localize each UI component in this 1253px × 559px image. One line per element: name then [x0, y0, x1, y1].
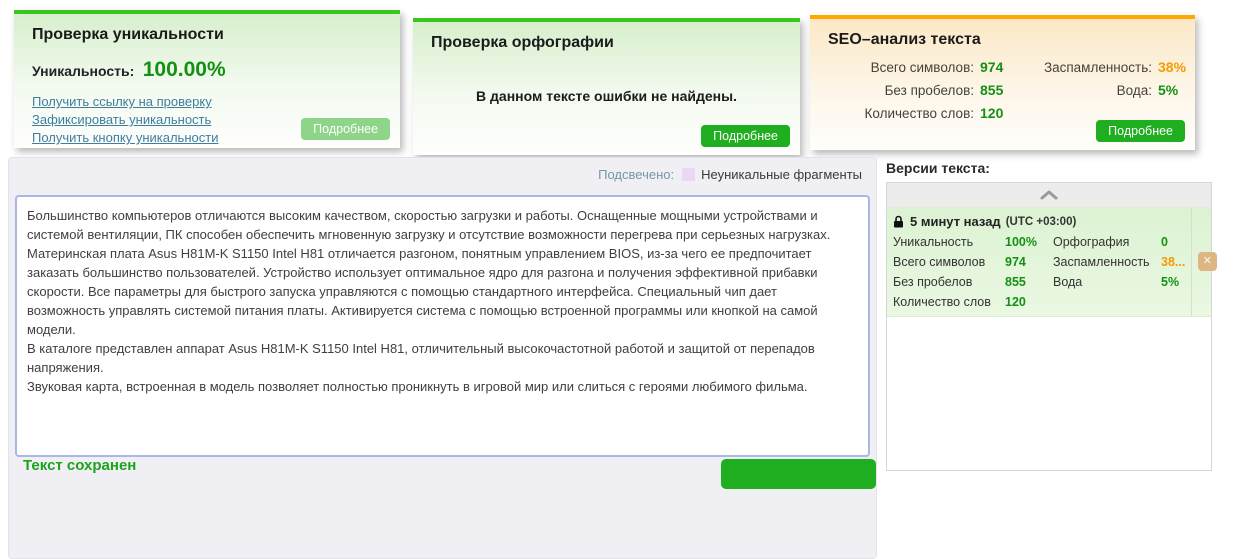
seo-stats: Всего символов: 974 Без пробелов: 855 Ко… [810, 49, 1195, 128]
seo-stat-value: 855 [980, 82, 1004, 98]
seo-stat-value: 38% [1158, 59, 1187, 75]
seo-stat-label: Всего символов: [870, 60, 974, 75]
get-check-link[interactable]: Получить ссылку на проверку [32, 94, 382, 109]
seo-stat-word-count: Количество слов: 120 [814, 105, 1014, 121]
seo-stat-total-chars: Всего символов: 974 [814, 59, 1014, 75]
uniqueness-details-button[interactable]: Подробнее [301, 118, 390, 140]
seo-stat-value: 5% [1158, 82, 1179, 98]
editor-container: Подсвечено: Неуникальные фрагменты Больш… [8, 157, 877, 559]
text-input-area[interactable]: Большинство компьютеров отличаются высок… [15, 195, 870, 457]
uniqueness-metric-label: Уникальность: [32, 63, 135, 79]
version-stat-value: 5% [1161, 275, 1180, 289]
seo-details-button[interactable]: Подробнее [1096, 120, 1185, 142]
version-stat-label: Без пробелов [893, 275, 973, 289]
highlight-legend: Подсвечено: Неуникальные фрагменты [598, 167, 862, 182]
version-stat-label: Количество слов [893, 295, 991, 309]
seo-stat-label: Заспамленность: [1043, 60, 1152, 75]
version-entry-main: 5 минут назад (UTC +03:00) Уникальность … [887, 207, 1191, 316]
chevron-up-icon [1040, 190, 1058, 200]
version-entry-header: 5 минут назад (UTC +03:00) [893, 214, 1185, 229]
seo-panel-title: SEO–анализ текста [828, 31, 981, 48]
uniqueness-metric: Уникальность: 100.00% [14, 44, 400, 82]
versions-title: Версии текста: [886, 160, 990, 176]
versions-collapse-bar[interactable] [887, 183, 1211, 207]
version-stat-value: 855 [1005, 275, 1026, 289]
spelling-details-button[interactable]: Подробнее [701, 125, 790, 147]
seo-stat-no-spaces: Без пробелов: 855 [814, 82, 1014, 98]
seo-stat-label: Количество слов: [864, 106, 974, 121]
version-stat-value: 120 [1005, 295, 1026, 309]
highlight-swatch [682, 168, 696, 181]
version-timezone: (UTC +03:00) [1005, 215, 1077, 228]
version-stat-value: 0 [1161, 235, 1168, 249]
text-saved-status: Текст сохранен [23, 457, 137, 474]
seo-stat-water: Вода: 5% [1032, 82, 1192, 98]
spelling-panel-title: Проверка орфографии [431, 34, 614, 51]
seo-stat-spam: Заспамленность: 38% [1032, 59, 1192, 75]
lock-icon [894, 215, 903, 228]
version-stat-label: Всего символов [893, 255, 986, 269]
seo-panel: SEO–анализ текста Всего символов: 974 Бе… [810, 15, 1195, 150]
seo-stat-label: Вода: [1116, 83, 1152, 98]
version-time: 5 минут назад [910, 214, 1001, 229]
seo-stats-left: Всего символов: 974 Без пробелов: 855 Ко… [814, 59, 1014, 128]
version-stat-label: Уникальность [893, 235, 974, 249]
version-stat-value: 38... [1161, 255, 1186, 269]
seo-stats-right: Заспамленность: 38% Вода: 5% [1032, 59, 1192, 128]
version-stats-grid: Уникальность 100% Орфография 0 Всего сим… [893, 235, 1185, 309]
highlight-legend-text: Неуникальные фрагменты [701, 167, 862, 182]
uniqueness-panel: Проверка уникальности Уникальность: 100.… [14, 10, 400, 148]
seo-stat-value: 974 [980, 59, 1004, 75]
spelling-result-message: В данном тексте ошибки не найдены. [476, 88, 737, 104]
version-entry[interactable]: 5 минут назад (UTC +03:00) Уникальность … [887, 207, 1217, 317]
version-stat-value [1161, 295, 1185, 309]
version-stat-value: 974 [1005, 255, 1026, 269]
highlight-legend-label: Подсвечено: [598, 167, 675, 182]
delete-version-button[interactable]: ✕ [1197, 252, 1217, 271]
versions-panel: 5 минут назад (UTC +03:00) Уникальность … [886, 182, 1217, 471]
version-stat-label [1053, 295, 1161, 309]
check-uniqueness-button[interactable] [721, 459, 876, 489]
seo-stat-label: Без пробелов: [884, 83, 974, 98]
version-stat-label: Орфография [1053, 235, 1130, 249]
version-stat-value: 100% [1005, 235, 1037, 249]
version-stat-label: Заспамленность [1053, 255, 1150, 269]
version-entry-side: ✕ [1191, 207, 1222, 316]
uniqueness-metric-value: 100.00% [142, 58, 226, 81]
uniqueness-panel-title: Проверка уникальности [32, 26, 224, 43]
seo-stat-value: 120 [980, 105, 1004, 121]
version-stat-label: Вода [1053, 275, 1083, 289]
spelling-panel: Проверка орфографии В данном тексте ошиб… [413, 18, 800, 155]
